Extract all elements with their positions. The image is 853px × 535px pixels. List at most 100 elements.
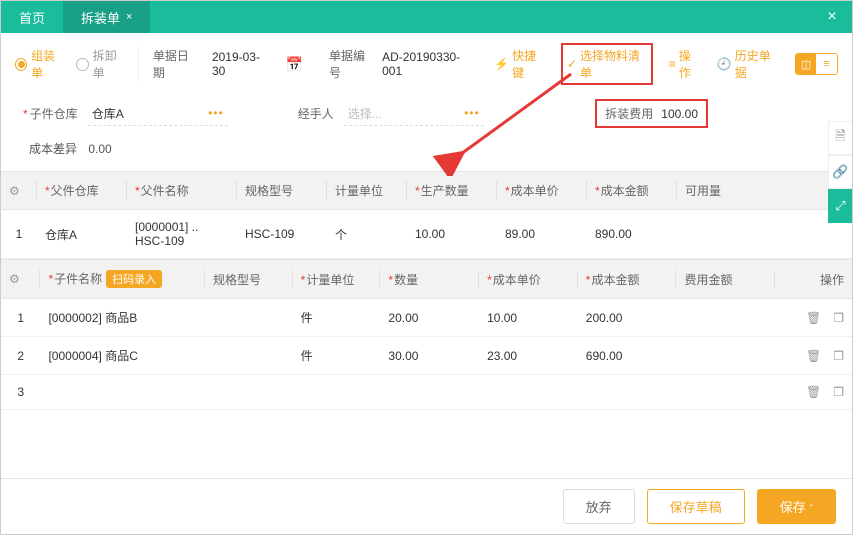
gear-icon[interactable]: ⚙ bbox=[9, 272, 20, 286]
sidetool-doc[interactable]: 🗎 bbox=[828, 121, 852, 155]
tab-close-icon[interactable]: × bbox=[126, 11, 132, 23]
col-parent-unit[interactable]: 计量单位 bbox=[327, 172, 407, 210]
parent-table: ⚙ *父件仓库 *父件名称 规格型号 计量单位 *生产数量 *成本单价 *成本金… bbox=[1, 171, 852, 259]
row-index: 3 bbox=[1, 375, 40, 410]
col-child-fee[interactable]: 费用金额 bbox=[676, 260, 775, 299]
save-button[interactable]: 保存ˇ bbox=[757, 489, 836, 524]
history-button[interactable]: 🕘 历史单据 bbox=[717, 47, 779, 81]
select-bom-button[interactable]: ✓ 选择物料清单 bbox=[561, 43, 653, 85]
fee-box[interactable]: 拆装费用 100.00 bbox=[595, 99, 708, 128]
cell-amount[interactable]: 890.00 bbox=[587, 210, 677, 259]
col-parent-name[interactable]: *父件名称 bbox=[127, 172, 237, 210]
picker-icon[interactable]: ••• bbox=[464, 106, 480, 120]
gear-icon[interactable]: ⚙ bbox=[9, 184, 20, 198]
delete-row-icon[interactable]: 🗑 bbox=[806, 385, 821, 399]
view-grid-button[interactable]: ◫ bbox=[796, 54, 817, 74]
cell-qty[interactable]: 30.00 bbox=[380, 337, 479, 375]
select-bom-label: 选择物料清单 bbox=[580, 47, 647, 81]
cell-amount[interactable]: 200.00 bbox=[578, 299, 677, 337]
radio-assemble[interactable]: 组装单 bbox=[15, 47, 64, 81]
sidetool-expand[interactable]: ⤢ bbox=[828, 189, 852, 223]
cell-price[interactable] bbox=[479, 375, 578, 410]
save-draft-button[interactable]: 保存草稿 bbox=[647, 489, 745, 524]
cell-qty[interactable] bbox=[380, 375, 479, 410]
delete-row-icon[interactable]: 🗑 bbox=[806, 311, 821, 325]
tab-home[interactable]: 首页 bbox=[1, 1, 63, 33]
cell-unit[interactable]: 件 bbox=[293, 337, 381, 375]
window-close-button[interactable]: × bbox=[812, 1, 852, 33]
copy-row-icon[interactable]: ❐ bbox=[833, 385, 844, 399]
cell-fee[interactable] bbox=[676, 337, 775, 375]
check-icon: ✓ bbox=[567, 57, 577, 71]
child-whs-value: 仓库A bbox=[92, 105, 124, 122]
col-parent-avail[interactable]: 可用量 bbox=[677, 172, 852, 210]
cell-unit[interactable]: 个 bbox=[327, 210, 407, 259]
doc-date-value[interactable]: 2019-03-30 bbox=[206, 50, 276, 78]
sidetool-link[interactable]: 🔗 bbox=[828, 155, 852, 189]
table-row[interactable]: 3🗑❐ bbox=[1, 375, 852, 410]
cell-price[interactable]: 10.00 bbox=[479, 299, 578, 337]
cell-qty[interactable]: 10.00 bbox=[407, 210, 497, 259]
col-child-spec[interactable]: 规格型号 bbox=[205, 260, 293, 299]
col-child-qty[interactable]: *数量 bbox=[380, 260, 479, 299]
cost-variance-row: 成本差异 0.00 bbox=[1, 134, 852, 167]
cell-name[interactable]: [0000002] 商品B bbox=[40, 299, 204, 337]
shortcut-label: 快捷键 bbox=[512, 47, 545, 81]
copy-row-icon[interactable]: ❐ bbox=[833, 311, 844, 325]
col-child-name[interactable]: *子件名称扫码录入 bbox=[40, 260, 204, 299]
delete-row-icon[interactable]: 🗑 bbox=[806, 349, 821, 363]
side-tools: 🗎 🔗 ⤢ bbox=[828, 121, 852, 223]
cell-unit[interactable]: 件 bbox=[293, 299, 381, 337]
table-row[interactable]: 1[0000002] 商品B件20.0010.00200.00🗑❐ bbox=[1, 299, 852, 337]
col-child-op[interactable]: 操作 bbox=[775, 260, 852, 299]
doc-date-label: 单据日期 bbox=[153, 47, 198, 81]
child-header-row: ⚙ *子件名称扫码录入 规格型号 *计量单位 *数量 *成本单价 *成本金额 费… bbox=[1, 260, 852, 299]
cell-actions: 🗑❐ bbox=[775, 375, 852, 410]
col-child-price[interactable]: *成本单价 bbox=[479, 260, 578, 299]
cell-amount[interactable] bbox=[578, 375, 677, 410]
copy-row-icon[interactable]: ❐ bbox=[833, 349, 844, 363]
cell-qty[interactable]: 20.00 bbox=[380, 299, 479, 337]
col-child-unit[interactable]: *计量单位 bbox=[293, 260, 381, 299]
child-whs-field[interactable]: 仓库A ••• bbox=[88, 102, 228, 126]
picker-icon[interactable]: ••• bbox=[208, 106, 224, 120]
cell-name[interactable] bbox=[40, 375, 204, 410]
cell-fee[interactable] bbox=[676, 299, 775, 337]
table-row[interactable]: 1 仓库A [0000001] .. HSC-109 HSC-109 个 10.… bbox=[1, 210, 852, 259]
operate-label: 操作 bbox=[679, 47, 701, 81]
col-parent-whs[interactable]: *父件仓库 bbox=[37, 172, 127, 210]
col-parent-qty[interactable]: *生产数量 bbox=[407, 172, 497, 210]
scan-badge[interactable]: 扫码录入 bbox=[106, 270, 162, 288]
operate-button[interactable]: ≡ 操作 bbox=[669, 47, 701, 81]
discard-button[interactable]: 放弃 bbox=[563, 489, 635, 524]
cost-variance-value: 0.00 bbox=[88, 142, 111, 156]
filters-row: *子件仓库 仓库A ••• 经手人 选择... ••• 拆装费用 100.00 bbox=[1, 91, 852, 134]
child-table: ⚙ *子件名称扫码录入 规格型号 *计量单位 *数量 *成本单价 *成本金额 费… bbox=[1, 259, 852, 410]
col-parent-amount[interactable]: *成本金额 bbox=[587, 172, 677, 210]
cell-price[interactable]: 23.00 bbox=[479, 337, 578, 375]
col-parent-price[interactable]: *成本单价 bbox=[497, 172, 587, 210]
cell-name[interactable]: [0000001] .. HSC-109 bbox=[127, 210, 237, 259]
calendar-icon[interactable]: 📅 bbox=[286, 56, 303, 73]
col-parent-spec[interactable]: 规格型号 bbox=[237, 172, 327, 210]
tab-current[interactable]: 拆装单 × bbox=[63, 1, 150, 33]
radio-disassemble[interactable]: 拆卸单 bbox=[76, 47, 125, 81]
radio-assemble-label: 组装单 bbox=[31, 47, 64, 81]
cell-avail[interactable] bbox=[677, 210, 852, 259]
cell-price[interactable]: 89.00 bbox=[497, 210, 587, 259]
cell-spec[interactable] bbox=[205, 375, 293, 410]
cell-fee[interactable] bbox=[676, 375, 775, 410]
cell-spec[interactable] bbox=[205, 299, 293, 337]
shortcut-button[interactable]: ⚡ 快捷键 bbox=[494, 47, 545, 81]
view-list-button[interactable]: ≡ bbox=[816, 54, 837, 74]
cell-whs[interactable]: 仓库A bbox=[37, 210, 127, 259]
cell-unit[interactable] bbox=[293, 375, 381, 410]
cell-spec[interactable]: HSC-109 bbox=[237, 210, 327, 259]
handler-field[interactable]: 选择... ••• bbox=[344, 102, 484, 126]
radio-dot-icon bbox=[15, 58, 27, 71]
table-row[interactable]: 2[0000004] 商品C件30.0023.00690.00🗑❐ bbox=[1, 337, 852, 375]
cell-name[interactable]: [0000004] 商品C bbox=[40, 337, 204, 375]
cell-spec[interactable] bbox=[205, 337, 293, 375]
cell-amount[interactable]: 690.00 bbox=[578, 337, 677, 375]
col-child-amount[interactable]: *成本金额 bbox=[578, 260, 677, 299]
